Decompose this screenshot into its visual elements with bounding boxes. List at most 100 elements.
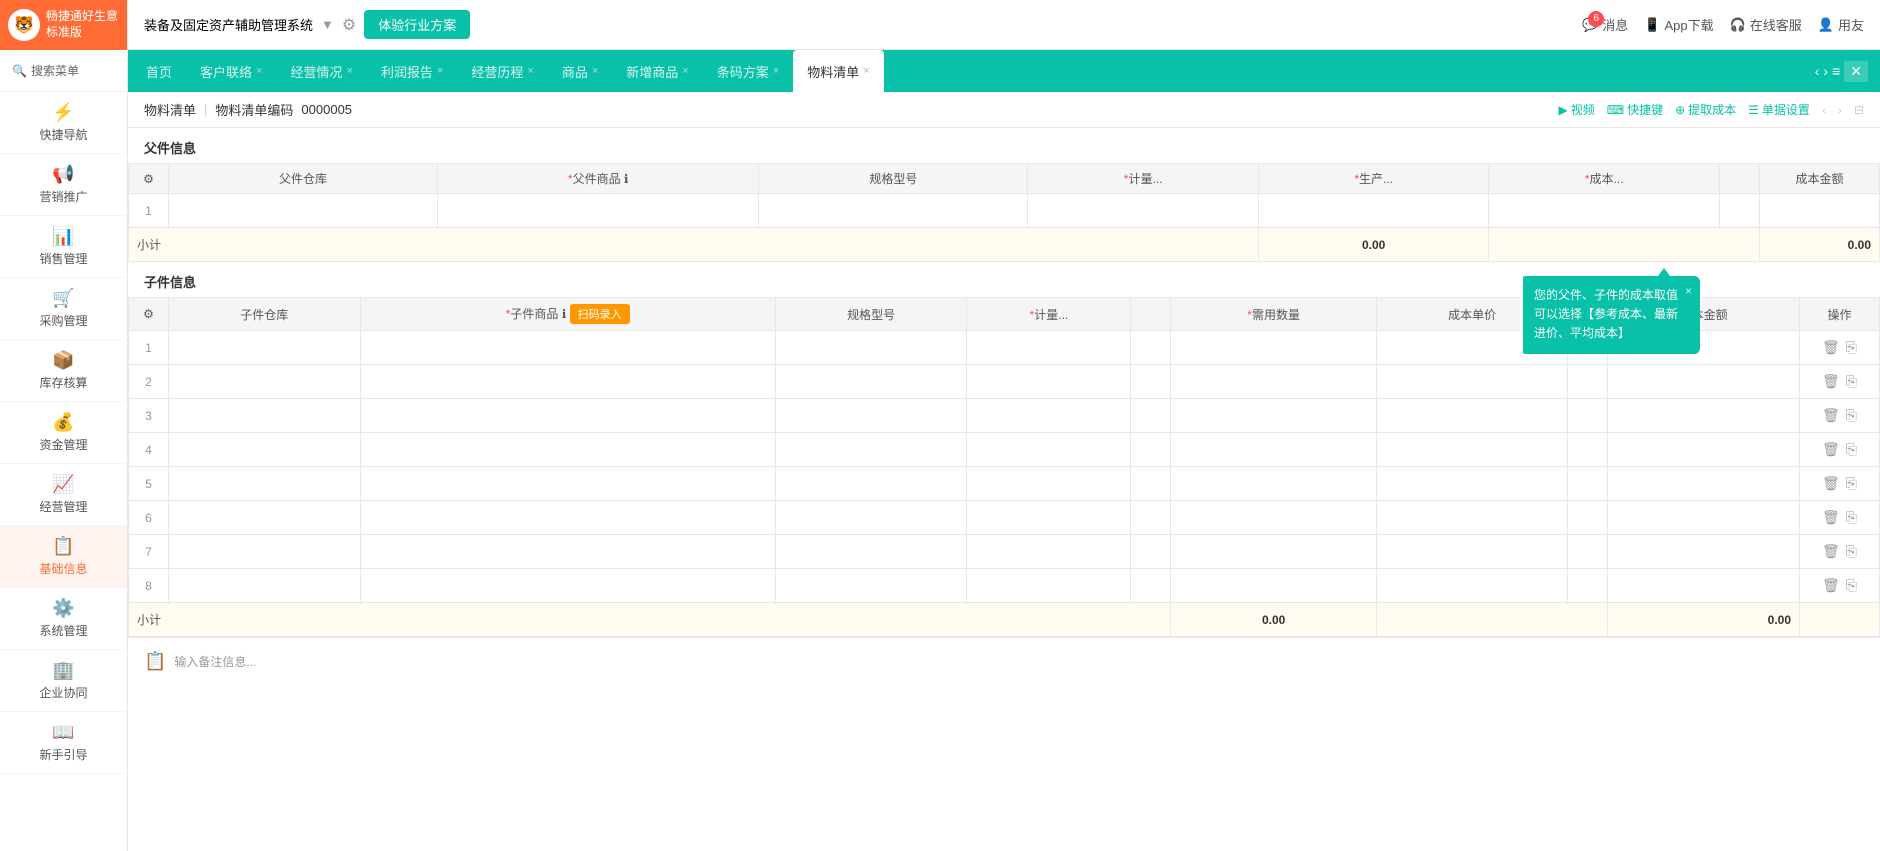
child-row-7-copy-icon[interactable]: ⎘	[1846, 543, 1857, 560]
child-row-4-copy-icon[interactable]: ⎘	[1846, 441, 1857, 458]
sidebar-item-marketing[interactable]: 📢 营销推广	[0, 154, 127, 216]
tab-bom[interactable]: 物料清单 ×	[793, 50, 883, 92]
close-tab-new-goods[interactable]: ×	[682, 65, 688, 77]
child-row-5-product[interactable]	[360, 467, 775, 501]
parent-row-1-product[interactable]	[438, 194, 759, 228]
child-row-3-unit-price[interactable]	[1376, 399, 1568, 433]
child-row-8-qty[interactable]	[1171, 569, 1376, 603]
child-col-settings[interactable]: ⚙	[129, 298, 169, 331]
child-row-1-unit[interactable]	[967, 331, 1131, 365]
child-row-7-spec[interactable]	[775, 535, 967, 569]
child-row-7-unit-price[interactable]	[1376, 535, 1568, 569]
tab-home[interactable]: 首页	[132, 50, 186, 92]
child-row-4-unit[interactable]	[967, 433, 1131, 467]
child-row-8-spec[interactable]	[775, 569, 967, 603]
child-row-8-warehouse[interactable]	[169, 569, 361, 603]
parent-row-1-cost[interactable]	[1489, 194, 1720, 228]
sidebar-item-basic-info[interactable]: 📋 基础信息	[0, 526, 127, 588]
close-tab-customer[interactable]: ×	[256, 65, 262, 77]
child-row-3-unit[interactable]	[967, 399, 1131, 433]
sidebar-item-sales[interactable]: 📊 销售管理	[0, 216, 127, 278]
trial-btn[interactable]: 体验行业方案	[364, 10, 470, 39]
close-tab-operations[interactable]: ×	[346, 65, 352, 77]
child-row-5-warehouse[interactable]	[169, 467, 361, 501]
parent-row-1-production[interactable]	[1258, 194, 1489, 228]
child-row-6-unit[interactable]	[967, 501, 1131, 535]
parent-row-1-unit[interactable]	[1028, 194, 1259, 228]
dropdown-icon[interactable]: ▼	[321, 17, 334, 32]
child-row-3-delete-icon[interactable]: 🗑	[1822, 407, 1840, 424]
child-row-6-qty[interactable]	[1171, 501, 1376, 535]
child-row-6-spec[interactable]	[775, 501, 967, 535]
child-row-7-warehouse[interactable]	[169, 535, 361, 569]
app-download-btn[interactable]: 📱 App下载	[1644, 15, 1713, 34]
parent-row-1-warehouse[interactable]	[169, 194, 438, 228]
child-row-2-qty[interactable]	[1171, 365, 1376, 399]
child-row-2-spec[interactable]	[775, 365, 967, 399]
child-row-6-delete-icon[interactable]: 🗑	[1822, 509, 1840, 526]
child-row-7-product[interactable]	[360, 535, 775, 569]
expand-icon[interactable]: ⊟	[1854, 103, 1864, 117]
child-row-2-copy-icon[interactable]: ⎘	[1846, 373, 1857, 390]
action-single-settings[interactable]: ☰ 单据设置	[1748, 101, 1810, 118]
child-row-5-copy-icon[interactable]: ⎘	[1846, 475, 1857, 492]
child-row-2-delete-icon[interactable]: 🗑	[1822, 373, 1840, 390]
child-row-5-delete-icon[interactable]: 🗑	[1822, 475, 1840, 492]
tab-menu-icon[interactable]: ≡	[1832, 63, 1840, 79]
tab-history[interactable]: 经营历程 ×	[457, 50, 547, 92]
sidebar-item-purchase[interactable]: 🛒 采购管理	[0, 278, 127, 340]
child-row-4-unit-price[interactable]	[1376, 433, 1568, 467]
child-row-7-qty[interactable]	[1171, 535, 1376, 569]
tab-operations[interactable]: 经营情况 ×	[276, 50, 366, 92]
child-row-8-delete-icon[interactable]: 🗑	[1822, 577, 1840, 594]
child-row-2-unit[interactable]	[967, 365, 1131, 399]
close-tab-history[interactable]: ×	[527, 65, 533, 77]
tooltip-close[interactable]: ×	[1685, 282, 1692, 301]
child-row-4-delete-icon[interactable]: 🗑	[1822, 441, 1840, 458]
close-tab-bom[interactable]: ×	[863, 65, 869, 77]
tab-new-goods[interactable]: 新增商品 ×	[612, 50, 702, 92]
child-row-3-qty[interactable]	[1171, 399, 1376, 433]
user-btn[interactable]: 👤 用友	[1818, 15, 1864, 34]
child-row-4-spec[interactable]	[775, 433, 967, 467]
action-shortcut[interactable]: ⌨ 快捷键	[1607, 101, 1663, 118]
settings-icon[interactable]: ⚙	[342, 15, 356, 35]
child-row-8-product[interactable]	[360, 569, 775, 603]
child-row-6-warehouse[interactable]	[169, 501, 361, 535]
parent-col-settings[interactable]: ⚙	[129, 164, 169, 194]
child-row-6-product[interactable]	[360, 501, 775, 535]
child-row-6-unit-price[interactable]	[1376, 501, 1568, 535]
scan-btn[interactable]: 扫码录入	[570, 304, 630, 324]
tab-prev-icon[interactable]: ‹	[1815, 63, 1820, 79]
child-row-1-qty[interactable]	[1171, 331, 1376, 365]
close-all-icon[interactable]: ✕	[1844, 61, 1868, 82]
sidebar-item-inventory[interactable]: 📦 库存核算	[0, 340, 127, 402]
sidebar-item-finance[interactable]: 💰 资金管理	[0, 402, 127, 464]
child-row-2-unit-price[interactable]	[1376, 365, 1568, 399]
child-row-4-product[interactable]	[360, 433, 775, 467]
nav-left-icon[interactable]: ‹	[1822, 103, 1826, 117]
tab-profit[interactable]: 利润报告 ×	[367, 50, 457, 92]
child-row-2-warehouse[interactable]	[169, 365, 361, 399]
nav-right-icon[interactable]: ›	[1838, 103, 1842, 117]
sidebar-item-system[interactable]: ⚙️ 系统管理	[0, 588, 127, 650]
tab-customer[interactable]: 客户联络 ×	[186, 50, 276, 92]
child-row-1-product[interactable]	[360, 331, 775, 365]
child-row-1-delete-icon[interactable]: 🗑	[1822, 339, 1840, 356]
child-row-6-copy-icon[interactable]: ⎘	[1846, 509, 1857, 526]
child-row-8-unit-price[interactable]	[1376, 569, 1568, 603]
child-row-2-product[interactable]	[360, 365, 775, 399]
tab-goods[interactable]: 商品 ×	[548, 50, 612, 92]
action-view[interactable]: ▶ 视频	[1558, 101, 1594, 118]
child-row-8-copy-icon[interactable]: ⎘	[1846, 577, 1857, 594]
tab-next-icon[interactable]: ›	[1823, 63, 1828, 79]
close-tab-profit[interactable]: ×	[437, 65, 443, 77]
child-row-4-qty[interactable]	[1171, 433, 1376, 467]
child-row-1-copy-icon[interactable]: ⎘	[1846, 339, 1857, 356]
child-row-8-unit[interactable]	[967, 569, 1131, 603]
action-extract-cost[interactable]: ⊕ 提取成本	[1675, 101, 1736, 118]
child-row-5-unit-price[interactable]	[1376, 467, 1568, 501]
sidebar-item-operations[interactable]: 📈 经营管理	[0, 464, 127, 526]
child-row-5-unit[interactable]	[967, 467, 1131, 501]
child-row-7-unit[interactable]	[967, 535, 1131, 569]
